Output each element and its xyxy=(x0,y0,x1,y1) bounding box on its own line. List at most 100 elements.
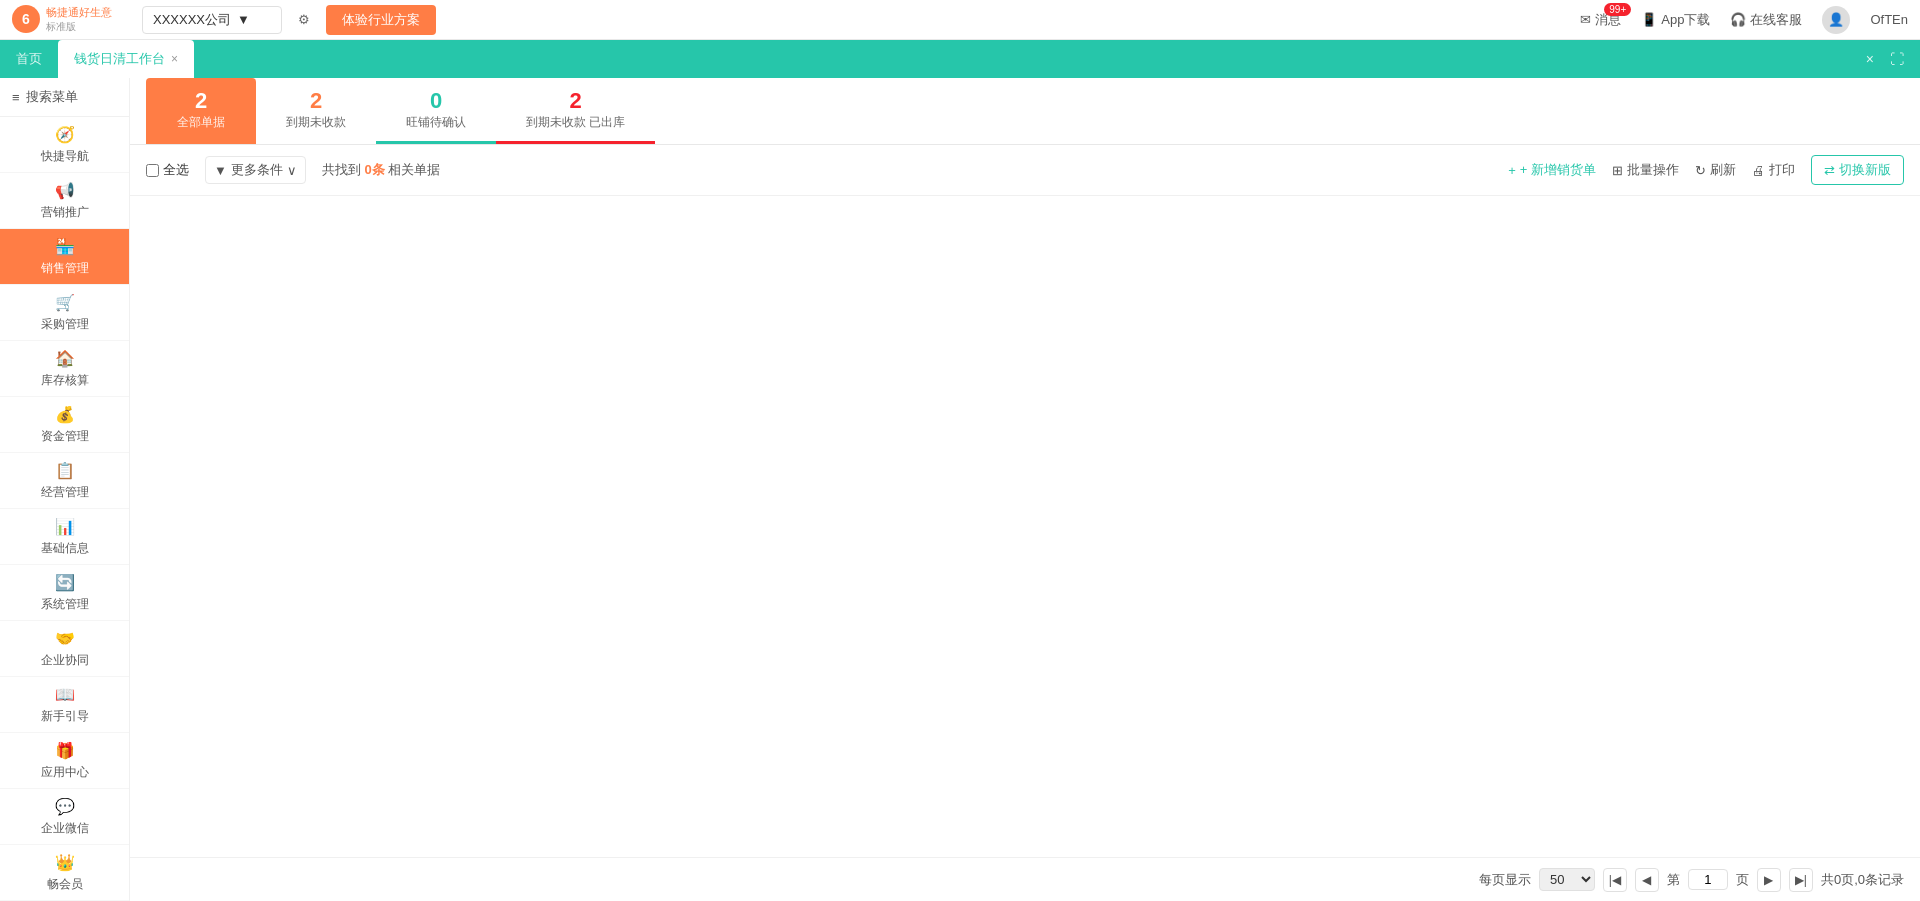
app-download-button[interactable]: 📱 App下载 xyxy=(1641,11,1710,29)
logo-text: 畅捷通好生意 xyxy=(46,5,112,19)
main-layout: ≡ 搜索菜单 🧭 快捷导航 📢 营销推广 🏪 销售管理 🛒 采购管理 🏠 库存核… xyxy=(0,78,1920,901)
refresh-button[interactable]: ↻ 刷新 xyxy=(1695,161,1736,179)
filter-button[interactable]: ▼ 更多条件 ∨ xyxy=(205,156,306,184)
sidebar-item-label: 资金管理 xyxy=(41,428,89,445)
sidebar-item-marketing[interactable]: 📢 营销推广 xyxy=(0,173,129,229)
toolbar-right: + + 新增销货单 ⊞ 批量操作 ↻ 刷新 🖨 打印 ⇄ 切换新版 xyxy=(1508,155,1904,185)
sidebar-item-system[interactable]: 🔄 系统管理 xyxy=(0,565,129,621)
tab-actions: × ⛶ xyxy=(1862,47,1920,71)
switch-label: 切换新版 xyxy=(1839,161,1891,179)
sidebar-item-label: 系统管理 xyxy=(41,596,89,613)
sidebar-item-label: 经营管理 xyxy=(41,484,89,501)
add-sales-order-button[interactable]: + + 新增销货单 xyxy=(1508,161,1596,179)
top-header: 6 畅捷通好生意 标准版 XXXXXX公司 ▼ ⚙ 体验行业方案 ✉ 消息 99… xyxy=(0,0,1920,40)
per-page-label: 每页显示 xyxy=(1479,871,1531,889)
found-prefix: 共找到 xyxy=(322,162,361,177)
stat-label-overdue: 到期未收款 xyxy=(286,114,346,131)
company-selector[interactable]: XXXXXX公司 ▼ xyxy=(142,6,282,34)
first-page-button[interactable]: |◀ xyxy=(1603,868,1627,892)
sidebar-item-label: 采购管理 xyxy=(41,316,89,333)
stat-tab-overdue[interactable]: 2 到期未收款 xyxy=(256,78,376,144)
logo-text-area: 畅捷通好生意 标准版 xyxy=(46,5,112,33)
sidebar: ≡ 搜索菜单 🧭 快捷导航 📢 营销推广 🏪 销售管理 🛒 采购管理 🏠 库存核… xyxy=(0,78,130,901)
stat-tab-all[interactable]: 2 全部单据 xyxy=(146,78,256,144)
phone-icon: 📱 xyxy=(1641,12,1657,27)
inventory-icon: 🏠 xyxy=(55,349,75,368)
sidebar-item-basic-info[interactable]: 📊 基础信息 xyxy=(0,509,129,565)
stat-label-all: 全部单据 xyxy=(177,114,225,131)
app-center-icon: 🎁 xyxy=(55,741,75,760)
stat-number-pending: 0 xyxy=(430,88,442,114)
per-page-select[interactable]: 50 10 20 100 xyxy=(1539,868,1595,891)
online-service-button[interactable]: 🎧 在线客服 xyxy=(1730,11,1802,29)
app-download-label: App下载 xyxy=(1661,11,1710,29)
tab-maximize-button[interactable]: ⛶ xyxy=(1886,47,1908,71)
sidebar-item-cooperation[interactable]: 🤝 企业协同 xyxy=(0,621,129,677)
content-area: 2 全部单据 2 到期未收款 0 旺铺待确认 2 到期未收款 已出库 全选 xyxy=(130,78,1920,901)
print-button[interactable]: 🖨 打印 xyxy=(1752,161,1795,179)
page-label: 第 xyxy=(1667,871,1680,889)
sidebar-item-app-center[interactable]: 🎁 应用中心 xyxy=(0,733,129,789)
sidebar-search-label: 搜索菜单 xyxy=(26,88,78,106)
select-all-checkbox[interactable] xyxy=(146,164,159,177)
stat-label-pending: 旺铺待确认 xyxy=(406,114,466,131)
chevron-down-icon: ∨ xyxy=(287,163,297,178)
message-icon: ✉ xyxy=(1580,12,1591,27)
stat-tab-shipped[interactable]: 2 到期未收款 已出库 xyxy=(496,78,655,144)
filter-icon: ▼ xyxy=(214,163,227,178)
select-all-label: 全选 xyxy=(163,161,189,179)
stats-tabs: 2 全部单据 2 到期未收款 0 旺铺待确认 2 到期未收款 已出库 xyxy=(130,78,1920,145)
logo-sub: 标准版 xyxy=(46,20,112,34)
sidebar-item-member[interactable]: 👑 畅会员 xyxy=(0,845,129,901)
pagination: 每页显示 50 10 20 100 |◀ ◀ 第 页 ▶ ▶| 共0页,0条记录 xyxy=(130,857,1920,901)
sidebar-item-purchase[interactable]: 🛒 采购管理 xyxy=(0,285,129,341)
table-area xyxy=(130,196,1920,857)
logo-area: 6 畅捷通好生意 标准版 xyxy=(12,5,142,33)
sidebar-item-operations[interactable]: 📋 经营管理 xyxy=(0,453,129,509)
sidebar-item-quick-nav[interactable]: 🧭 快捷导航 xyxy=(0,117,129,173)
page-label-end: 页 xyxy=(1736,871,1749,889)
switch-version-button[interactable]: ⇄ 切换新版 xyxy=(1811,155,1904,185)
tab-minimize-button[interactable]: × xyxy=(1862,47,1878,71)
member-icon: 👑 xyxy=(55,853,75,872)
stat-tab-pending[interactable]: 0 旺铺待确认 xyxy=(376,78,496,144)
found-count: 0条 xyxy=(365,162,385,177)
select-all-area[interactable]: 全选 xyxy=(146,161,189,179)
sidebar-item-label: 应用中心 xyxy=(41,764,89,781)
refresh-label: 刷新 xyxy=(1710,161,1736,179)
sidebar-item-label: 畅会员 xyxy=(47,876,83,893)
cooperation-icon: 🤝 xyxy=(55,629,75,648)
sidebar-search[interactable]: ≡ 搜索菜单 xyxy=(0,78,129,117)
message-button[interactable]: ✉ 消息 99+ xyxy=(1580,11,1621,29)
refresh-icon: ↻ xyxy=(1695,163,1706,178)
tab-home-label: 首页 xyxy=(16,50,42,68)
next-page-button[interactable]: ▶ xyxy=(1757,868,1781,892)
basic-info-icon: 📊 xyxy=(55,517,75,536)
experience-button[interactable]: 体验行业方案 xyxy=(326,5,436,35)
last-page-button[interactable]: ▶| xyxy=(1789,868,1813,892)
username-text: OfTEn xyxy=(1870,12,1908,27)
tab-home[interactable]: 首页 xyxy=(0,40,58,78)
stat-number-all: 2 xyxy=(195,88,207,114)
sidebar-item-sales[interactable]: 🏪 销售管理 xyxy=(0,229,129,285)
stat-number-overdue: 2 xyxy=(310,88,322,114)
sidebar-item-label: 库存核算 xyxy=(41,372,89,389)
found-text: 共找到 0条 相关单据 xyxy=(322,161,440,179)
stat-number-shipped: 2 xyxy=(570,88,582,114)
sidebar-item-inventory[interactable]: 🏠 库存核算 xyxy=(0,341,129,397)
tab-close-icon[interactable]: × xyxy=(171,52,178,66)
page-input[interactable] xyxy=(1688,869,1728,890)
sidebar-item-finance[interactable]: 💰 资金管理 xyxy=(0,397,129,453)
batch-operation-button[interactable]: ⊞ 批量操作 xyxy=(1612,161,1679,179)
sidebar-item-guide[interactable]: 📖 新手引导 xyxy=(0,677,129,733)
batch-label: 批量操作 xyxy=(1627,161,1679,179)
sidebar-item-wechat[interactable]: 💬 企业微信 xyxy=(0,789,129,845)
finance-icon: 💰 xyxy=(55,405,75,424)
wechat-icon: 💬 xyxy=(55,797,75,816)
settings-button[interactable]: ⚙ xyxy=(290,8,318,31)
prev-page-button[interactable]: ◀ xyxy=(1635,868,1659,892)
avatar[interactable]: 👤 xyxy=(1822,6,1850,34)
search-icon: ≡ xyxy=(12,90,20,105)
tab-active[interactable]: 钱货日清工作台 × xyxy=(58,40,194,78)
quick-nav-icon: 🧭 xyxy=(55,125,75,144)
